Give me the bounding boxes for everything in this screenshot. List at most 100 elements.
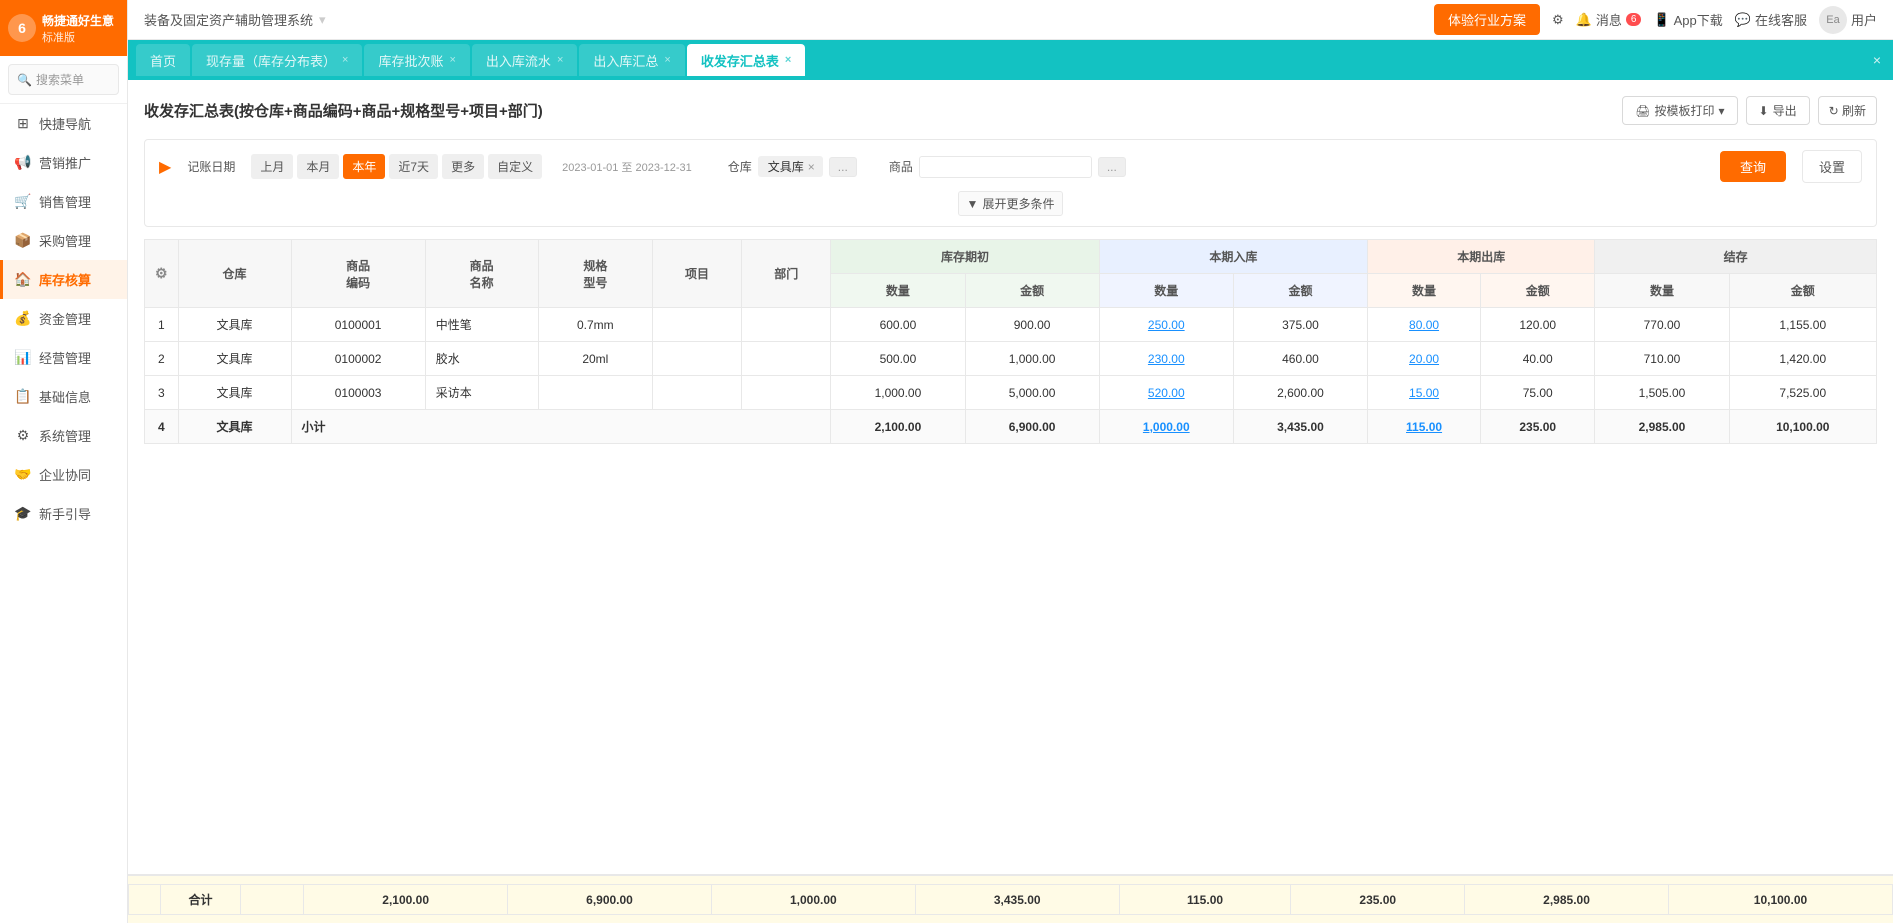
sidebar-item-sales[interactable]: 🛒 销售管理 [0, 182, 127, 221]
row-out-qty[interactable]: 15.00 [1368, 376, 1481, 410]
goods-input[interactable] [919, 156, 1092, 178]
subtotal-in-amt: 3,435.00 [1233, 410, 1367, 444]
refresh-btn[interactable]: ↻ 刷新 [1818, 96, 1877, 125]
sidebar-item-quick-nav[interactable]: ⊞ 快捷导航 [0, 104, 127, 143]
col-project-header: 项目 [652, 240, 741, 308]
tab-summary-inout[interactable]: 出入库汇总 × [579, 44, 684, 76]
app-download-btn[interactable]: 📱 App下载 [1653, 10, 1722, 29]
tab-batch[interactable]: 库存批次账 × [364, 44, 469, 76]
row-num: 1 [145, 308, 179, 342]
row-project [652, 308, 741, 342]
col-goods-name-header: 商品名称 [425, 240, 538, 308]
goods-more-btn[interactable]: ... [1098, 157, 1126, 177]
expand-conditions-btn[interactable]: ▼ 展开更多条件 [958, 191, 1064, 216]
row-goods-spec: 0.7mm [538, 308, 652, 342]
sidebar-item-basic[interactable]: 📋 基础信息 [0, 377, 127, 416]
warehouse-more-btn[interactable]: ... [829, 157, 857, 177]
tab-inventory-dist[interactable]: 现存量（库存分布表） × [192, 44, 362, 76]
sidebar-item-marketing[interactable]: 📢 营销推广 [0, 143, 127, 182]
sidebar: 6 畅捷通好生意 标准版 🔍 搜索菜单 ⊞ 快捷导航 📢 营销推广 🛒 销售管理… [0, 0, 128, 923]
messages-btn[interactable]: 🔔 消息 6 [1576, 10, 1642, 29]
settings-icon-btn[interactable]: ⚙ [1552, 12, 1564, 28]
total-out-qty: 115.00 [1119, 885, 1291, 915]
col-out-header: 本期出库 [1368, 240, 1595, 274]
subtotal-in-qty[interactable]: 1,000.00 [1099, 410, 1233, 444]
row-in-amt: 2,600.00 [1233, 376, 1367, 410]
tab-close-icon-active[interactable]: × [785, 54, 791, 66]
operation-icon: 📊 [15, 350, 31, 366]
row-opening-qty: 600.00 [831, 308, 965, 342]
print-btn[interactable]: 🖨 按模板打印 ▾ [1622, 96, 1737, 125]
bell-icon: 🔔 [1576, 12, 1592, 28]
date-btn-last-month[interactable]: 上月 [251, 154, 293, 179]
row-closing-amt: 7,525.00 [1729, 376, 1876, 410]
tab-receivable-summary[interactable]: 收发存汇总表 × [687, 44, 805, 76]
tab-close-icon[interactable]: × [557, 54, 563, 66]
sidebar-logo[interactable]: 6 畅捷通好生意 标准版 [0, 0, 127, 56]
filter-collapse-btn[interactable]: ▶ [159, 157, 171, 177]
date-btn-this-month[interactable]: 本月 [297, 154, 339, 179]
sidebar-item-system[interactable]: ⚙ 系统管理 [0, 416, 127, 455]
tab-close-icon[interactable]: × [664, 54, 670, 66]
row-out-qty[interactable]: 20.00 [1368, 342, 1481, 376]
table-row: 2 文具库 0100002 胶水 20ml 500.00 1,000.00 23… [145, 342, 1877, 376]
subtotal-num: 4 [145, 410, 179, 444]
tabbar-close-all[interactable]: × [1873, 52, 1881, 68]
row-goods-name: 中性笔 [425, 308, 538, 342]
sidebar-navigation: ⊞ 快捷导航 📢 营销推广 🛒 销售管理 📦 采购管理 🏠 库存核算 💰 资金管… [0, 104, 127, 923]
row-closing-amt: 1,420.00 [1729, 342, 1876, 376]
row-goods-name: 采访本 [425, 376, 538, 410]
user-menu-btn[interactable]: Ea 用户 [1819, 6, 1877, 34]
row-in-qty[interactable]: 250.00 [1099, 308, 1233, 342]
sidebar-item-purchase[interactable]: 📦 采购管理 [0, 221, 127, 260]
sidebar-item-collab[interactable]: 🤝 企业协同 [0, 455, 127, 494]
data-table-container: ⚙ 仓库 商品编码 商品名称 规格型号 项目 部门 库存期初 本期入库 本期出库… [144, 239, 1877, 444]
sidebar-item-finance[interactable]: 💰 资金管理 [0, 299, 127, 338]
tab-close-icon[interactable]: × [449, 54, 455, 66]
row-out-qty[interactable]: 80.00 [1368, 308, 1481, 342]
date-btn-more[interactable]: 更多 [442, 154, 484, 179]
sidebar-item-inventory[interactable]: 🏠 库存核算 [0, 260, 127, 299]
sidebar-item-guide[interactable]: 🎓 新手引导 [0, 494, 127, 533]
col-opening-qty-header: 数量 [831, 274, 965, 308]
date-btn-this-year[interactable]: 本年 [343, 154, 385, 179]
row-closing-qty: 710.00 [1595, 342, 1729, 376]
warehouse-tag-close[interactable]: × [808, 160, 815, 174]
subtotal-out-amt: 235.00 [1481, 410, 1595, 444]
export-icon: ⬇ [1759, 104, 1769, 118]
row-closing-qty: 770.00 [1595, 308, 1729, 342]
total-in-qty: 1,000.00 [711, 885, 915, 915]
table-settings-icon[interactable]: ⚙ [155, 265, 168, 281]
col-in-amt-header: 金额 [1233, 274, 1367, 308]
tab-flow[interactable]: 出入库流水 × [472, 44, 577, 76]
row-out-amt: 75.00 [1481, 376, 1595, 410]
sales-icon: 🛒 [15, 194, 31, 210]
row-in-qty[interactable]: 520.00 [1099, 376, 1233, 410]
inventory-icon: 🏠 [15, 272, 31, 288]
page-content: 收发存汇总表(按仓库+商品编码+商品+规格型号+项目+部门) 🖨 按模板打印 ▾… [128, 80, 1893, 874]
date-btn-custom[interactable]: 自定义 [488, 154, 542, 179]
sidebar-item-operation[interactable]: 📊 经营管理 [0, 338, 127, 377]
row-goods-code: 0100002 [291, 342, 425, 376]
subtotal-opening-amt: 6,900.00 [965, 410, 1099, 444]
online-service-btn[interactable]: 💬 在线客服 [1735, 10, 1807, 29]
tab-home[interactable]: 首页 [136, 44, 190, 76]
experience-btn[interactable]: 体验行业方案 [1434, 4, 1540, 35]
search-menu-button[interactable]: 🔍 搜索菜单 [8, 64, 119, 95]
tab-close-icon[interactable]: × [342, 54, 348, 66]
row-in-amt: 375.00 [1233, 308, 1367, 342]
row-num: 3 [145, 376, 179, 410]
date-range-display: 2023-01-01 至 2023-12-31 [562, 159, 692, 175]
row-warehouse: 文具库 [178, 342, 291, 376]
row-warehouse: 文具库 [178, 376, 291, 410]
col-out-amt-header: 金额 [1481, 274, 1595, 308]
date-btn-7days[interactable]: 近7天 [389, 154, 438, 179]
subtotal-out-qty[interactable]: 115.00 [1368, 410, 1481, 444]
row-closing-qty: 1,505.00 [1595, 376, 1729, 410]
chevron-down-icon: ▾ [319, 12, 326, 28]
query-button[interactable]: 查询 [1720, 151, 1786, 182]
settings-button[interactable]: 设置 [1802, 150, 1862, 183]
row-in-qty[interactable]: 230.00 [1099, 342, 1233, 376]
export-btn[interactable]: ⬇ 导出 [1746, 96, 1810, 125]
row-goods-spec: 20ml [538, 342, 652, 376]
